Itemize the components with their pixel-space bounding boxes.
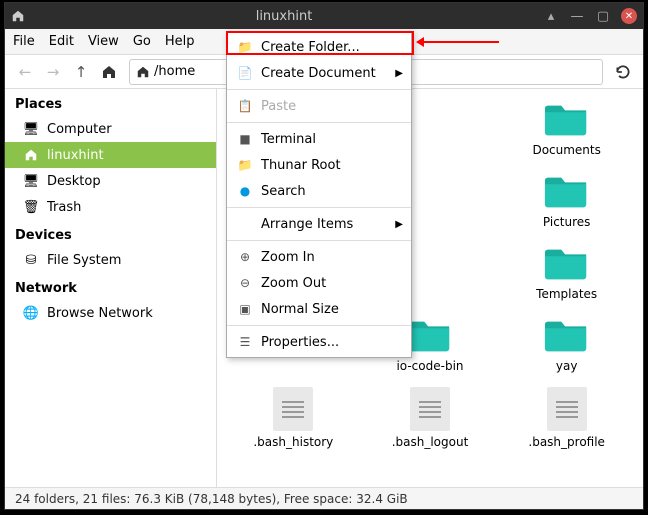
menu-item-zoom-in[interactable]: ⊕Zoom In — [227, 244, 411, 270]
menu-item-terminal[interactable]: ■Terminal — [227, 126, 411, 152]
menu-separator — [227, 122, 411, 123]
sidebar-item-file-system[interactable]: ⛁File System — [5, 247, 216, 273]
search-icon: ● — [237, 183, 253, 199]
disk-icon: ⛁ — [23, 252, 39, 268]
folder-icon — [544, 171, 590, 211]
status-text: 24 folders, 21 files: 76.3 KiB (78,148 b… — [15, 492, 408, 506]
folder-icon: 📁 — [237, 157, 253, 173]
sidebar-heading: Network — [5, 273, 216, 300]
sidebar-item-computer[interactable]: 🖥Computer — [5, 116, 216, 142]
file-label: Documents — [532, 143, 600, 157]
menu-item-thunar-root[interactable]: 📁Thunar Root — [227, 152, 411, 178]
menu-separator — [227, 89, 411, 90]
file-icon — [547, 387, 587, 431]
folder-icon — [544, 243, 590, 283]
file-label: .bash_profile — [528, 435, 605, 449]
file-label: yay — [556, 359, 578, 373]
terminal-icon: ■ — [237, 131, 253, 147]
menu-item-create-document[interactable]: 📄Create Document▶ — [227, 60, 411, 86]
up-button[interactable]: ↑ — [67, 58, 95, 86]
sidebar-item-browse-network[interactable]: 🌐Browse Network — [5, 300, 216, 326]
file-item[interactable]: Templates — [500, 239, 633, 305]
statusbar: 24 folders, 21 files: 76.3 KiB (78,148 b… — [5, 487, 643, 509]
titlebar: linuxhint ▴ — ▢ ✕ — [5, 3, 643, 29]
sidebar-item-desktop[interactable]: 🖥Desktop — [5, 168, 216, 194]
folder-plus-icon: 📁 — [237, 39, 253, 55]
zoom-in-icon: ⊕ — [237, 249, 253, 265]
menu-item-arrange-items[interactable]: Arrange Items▶ — [227, 211, 411, 237]
desktop-icon: 🖥 — [23, 173, 39, 189]
menu-separator — [227, 207, 411, 208]
shade-button[interactable]: ▴ — [543, 8, 559, 24]
doc-plus-icon: 📄 — [237, 65, 253, 81]
menu-separator — [227, 240, 411, 241]
blank-icon — [237, 216, 253, 232]
file-item[interactable]: .bash_history — [227, 383, 360, 453]
back-button[interactable]: ← — [11, 58, 39, 86]
menu-item-create-folder[interactable]: 📁Create Folder... — [227, 34, 411, 60]
folder-icon — [407, 315, 453, 355]
zoom-icon: ▣ — [237, 301, 253, 317]
context-menu: 📁Create Folder...📄Create Document▶ 📋Paste… — [226, 31, 412, 358]
menu-view[interactable]: View — [88, 34, 119, 49]
menu-item-normal-size[interactable]: ▣Normal Size — [227, 296, 411, 322]
submenu-arrow-icon: ▶ — [395, 219, 403, 230]
sidebar-item-trash[interactable]: 🗑Trash — [5, 194, 216, 220]
folder-icon — [544, 99, 590, 139]
file-label: Templates — [536, 287, 597, 301]
window-title: linuxhint — [25, 9, 543, 24]
menu-item-paste: 📋Paste — [227, 93, 411, 119]
maximize-button[interactable]: ▢ — [595, 8, 611, 24]
menu-edit[interactable]: Edit — [49, 34, 74, 49]
forward-button[interactable]: → — [39, 58, 67, 86]
globe-icon: 🌐 — [23, 305, 39, 321]
computer-icon: 🖥 — [23, 121, 39, 137]
file-icon — [410, 387, 450, 431]
file-item[interactable]: .bash_logout — [364, 383, 497, 453]
props-icon: ☰ — [237, 334, 253, 350]
file-label: .bash_history — [253, 435, 333, 449]
sidebar-heading: Places — [5, 89, 216, 116]
paste-icon: 📋 — [237, 98, 253, 114]
home-icon — [23, 147, 39, 163]
file-icon — [273, 387, 313, 431]
menu-item-zoom-out[interactable]: ⊖Zoom Out — [227, 270, 411, 296]
submenu-arrow-icon: ▶ — [395, 68, 403, 79]
menu-help[interactable]: Help — [165, 34, 195, 49]
zoom-out-icon: ⊖ — [237, 275, 253, 291]
menu-go[interactable]: Go — [133, 34, 151, 49]
minimize-button[interactable]: — — [569, 8, 585, 24]
menu-separator — [227, 325, 411, 326]
sidebar-heading: Devices — [5, 220, 216, 247]
folder-icon — [544, 315, 590, 355]
menu-file[interactable]: File — [13, 34, 35, 49]
menu-item-properties[interactable]: ☰Properties... — [227, 329, 411, 355]
file-item[interactable]: yay — [500, 311, 633, 377]
home-button[interactable] — [95, 58, 123, 86]
file-label: .bash_logout — [392, 435, 469, 449]
sidebar: Places🖥Computerlinuxhint🖥Desktop🗑TrashDe… — [5, 89, 217, 487]
path-crumb[interactable]: /home — [136, 64, 195, 79]
file-item[interactable]: Pictures — [500, 167, 633, 233]
file-item[interactable]: .bash_profile — [500, 383, 633, 453]
refresh-button[interactable] — [609, 58, 637, 86]
menu-item-search[interactable]: ●Search — [227, 178, 411, 204]
home-icon — [11, 9, 25, 23]
file-label: Pictures — [543, 215, 591, 229]
file-label: io-code-bin — [396, 359, 463, 373]
close-button[interactable]: ✕ — [621, 8, 637, 24]
sidebar-item-linuxhint[interactable]: linuxhint — [5, 142, 216, 168]
file-item[interactable]: Documents — [500, 95, 633, 161]
trash-icon: 🗑 — [23, 199, 39, 215]
